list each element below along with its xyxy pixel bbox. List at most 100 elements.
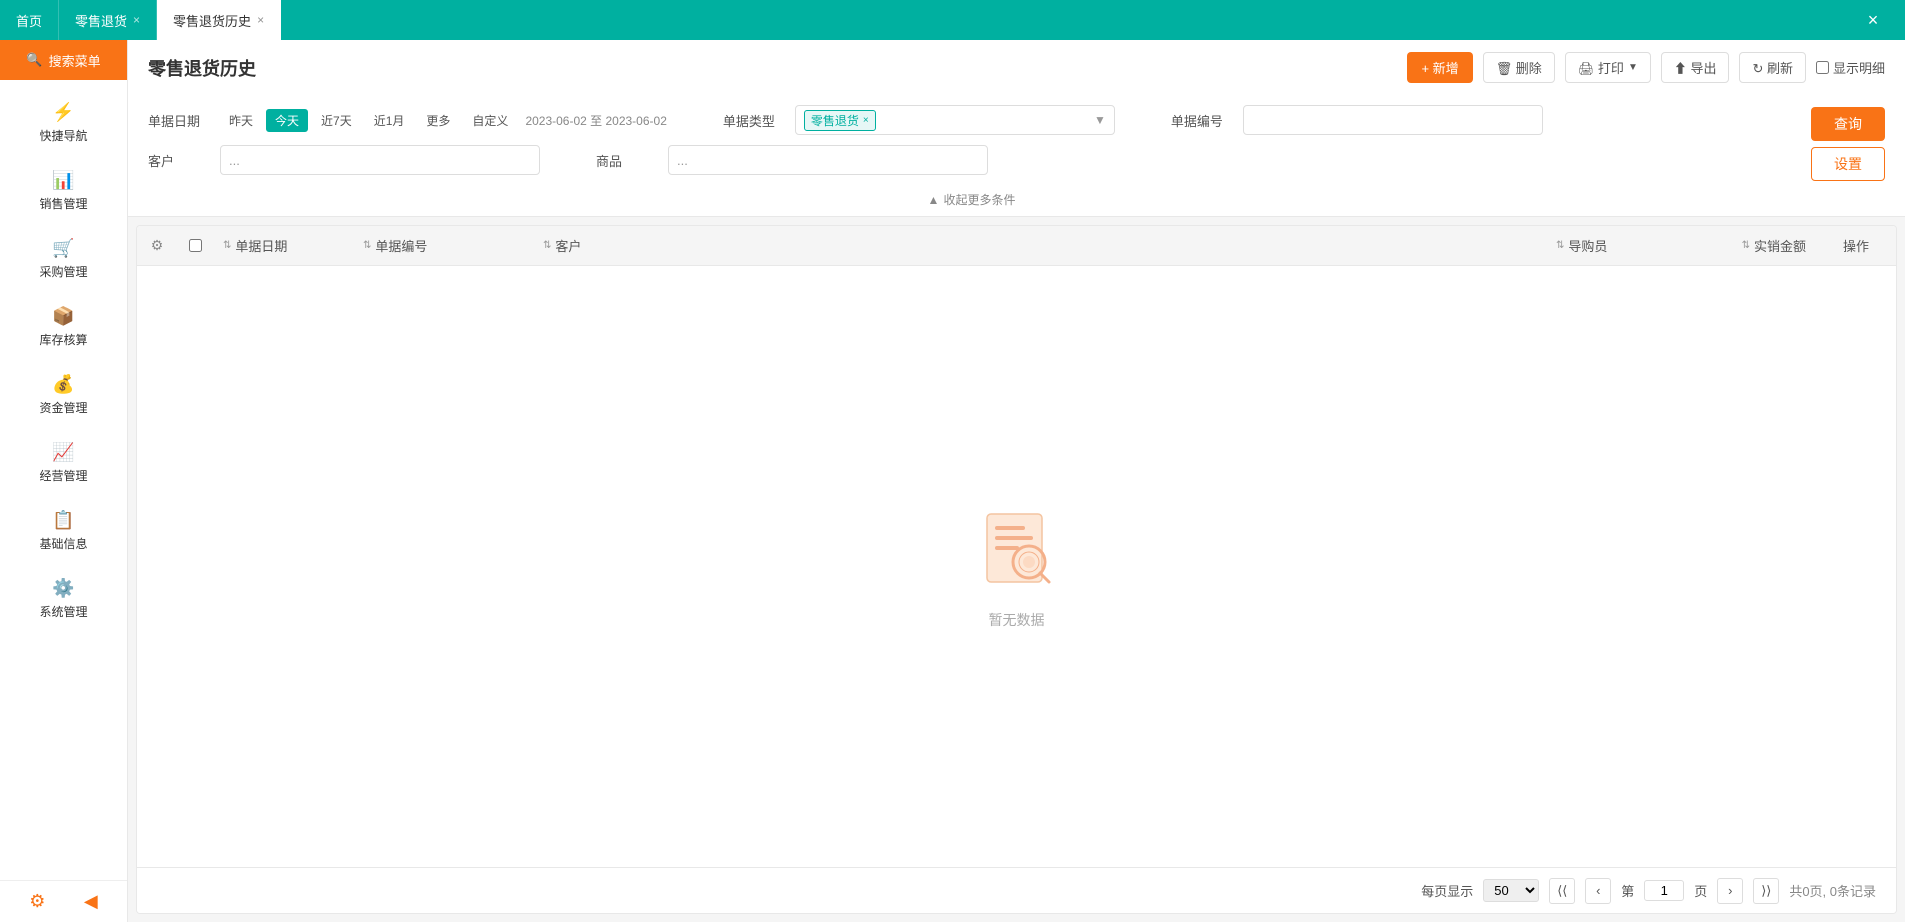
th-billno[interactable]: ⇅ 单据编号 [353, 236, 533, 255]
export-button[interactable]: ⬆ 导出 [1661, 52, 1730, 83]
page-last-button[interactable]: ⟩⟩ [1753, 878, 1779, 904]
filter-area: 单据日期 昨天 今天 近7天 近1月 更多 自定义 2023-06-02 至 2… [148, 95, 1885, 216]
customer-dots: ... [229, 153, 240, 168]
show-detail-checkbox[interactable]: 显示明细 [1816, 58, 1885, 77]
refresh-button[interactable]: ↻ 刷新 [1739, 52, 1806, 83]
bill-type-label: 单据类型 [723, 111, 779, 130]
page-unit: 页 [1694, 881, 1707, 900]
tab-home[interactable]: 首页 [0, 0, 59, 40]
basic-info-icon: 📋 [52, 510, 74, 531]
page-prev-button[interactable]: ‹ [1585, 878, 1611, 904]
empty-state: 暂无数据 [137, 266, 1896, 867]
filter-fields: 单据日期 昨天 今天 近7天 近1月 更多 自定义 2023-06-02 至 2… [148, 105, 1795, 216]
sort-icon-amount: ⇅ [1742, 240, 1750, 251]
page-size-select[interactable]: 50 10 20 100 [1483, 879, 1539, 902]
page-total: 共0页, 0条记录 [1789, 881, 1876, 900]
goods-selector[interactable]: ... [668, 145, 988, 175]
sidebar-item-basic-info[interactable]: 📋 基础信息 [6, 498, 121, 564]
sidebar-item-purchase[interactable]: 🛒 采购管理 [6, 226, 121, 292]
bill-no-input[interactable] [1243, 105, 1543, 135]
page-next-button[interactable]: › [1717, 878, 1743, 904]
th-guide-label: 导购员 [1568, 236, 1607, 255]
sidebar-item-basic-info-label: 基础信息 [39, 535, 87, 552]
page-label: 第 [1621, 881, 1634, 900]
sidebar-item-purchase-label: 采购管理 [39, 263, 87, 280]
table-header: ⚙ ⇅ 单据日期 ⇅ 单据编号 ⇅ 客户 ⇅ 导购员 [137, 226, 1896, 266]
sidebar-collapse-button[interactable]: ◀ [84, 891, 98, 912]
select-all-checkbox[interactable] [189, 239, 202, 252]
bill-type-tag-close[interactable]: × [863, 115, 869, 126]
customer-label: 客户 [148, 151, 204, 170]
sidebar-item-operations-label: 经营管理 [39, 467, 87, 484]
sort-icon-guide: ⇅ [1556, 240, 1564, 251]
delete-button[interactable]: 🗑 删除 [1483, 52, 1555, 83]
set-button[interactable]: 设置 [1811, 147, 1885, 181]
purchase-icon: 🛒 [52, 238, 74, 259]
th-customer[interactable]: ⇅ 客户 [533, 236, 1546, 255]
th-action: 操作 [1816, 236, 1896, 255]
collapse-label: 收起更多条件 [943, 191, 1015, 208]
th-date[interactable]: ⇅ 单据日期 [213, 236, 353, 255]
date-buttons: 昨天 今天 近7天 近1月 更多 自定义 2023-06-02 至 2023-0… [220, 109, 667, 132]
sidebar: 🔍 搜索菜单 ⚡ 快捷导航 📊 销售管理 🛒 采购管理 📦 库存核算 💰 [0, 40, 128, 922]
tab-home-label: 首页 [16, 11, 42, 30]
tab-retail-return-close[interactable]: × [133, 13, 140, 27]
table-settings-button[interactable]: ⚙ [137, 237, 177, 254]
page-title: 零售退货历史 [148, 55, 256, 81]
show-detail-input[interactable] [1816, 61, 1829, 74]
sidebar-bottom: ⚙ ◀ [0, 880, 127, 922]
sidebar-search[interactable]: 🔍 搜索菜单 [0, 40, 127, 80]
tab-retail-return-history-label: 零售退货历史 [173, 11, 251, 30]
sidebar-search-label: 搜索菜单 [49, 51, 101, 70]
empty-illustration [967, 504, 1067, 594]
bill-type-tag: 零售退货 × [804, 110, 876, 131]
sidebar-item-system[interactable]: ⚙️ 系统管理 [6, 566, 121, 632]
tab-retail-return-history-close[interactable]: × [257, 13, 264, 27]
tab-retail-return[interactable]: 零售退货 × [59, 0, 157, 40]
filter-row-2: 客户 ... 商品 ... [148, 145, 1795, 175]
toolbar-actions: + 新增 🗑 删除 🖨 打印 ▼ ⬆ 导出 ↻ 刷新 显示明细 [1407, 52, 1885, 83]
sidebar-item-finance[interactable]: 💰 资金管理 [6, 362, 121, 428]
customer-selector[interactable]: ... [220, 145, 540, 175]
empty-label: 暂无数据 [989, 610, 1045, 630]
print-button[interactable]: 🖨 打印 ▼ [1565, 52, 1651, 83]
date-btn-more[interactable]: 更多 [417, 109, 459, 132]
date-filter-label: 单据日期 [148, 111, 204, 130]
date-btn-yesterday[interactable]: 昨天 [220, 109, 262, 132]
query-set-group: 查询 设置 [1795, 105, 1885, 181]
close-window-button[interactable]: × [1857, 4, 1889, 36]
sidebar-item-operations[interactable]: 📈 经营管理 [6, 430, 121, 496]
operations-icon: 📈 [52, 442, 74, 463]
bill-type-tag-label: 零售退货 [811, 112, 859, 129]
date-btn-custom[interactable]: 自定义 [463, 109, 517, 132]
sidebar-item-sales[interactable]: 📊 销售管理 [6, 158, 121, 224]
th-action-label: 操作 [1843, 236, 1869, 255]
page-number-input[interactable]: 1 [1644, 880, 1684, 901]
main-layout: 🔍 搜索菜单 ⚡ 快捷导航 📊 销售管理 🛒 采购管理 📦 库存核算 💰 [0, 40, 1905, 922]
table-checkbox-all[interactable] [177, 239, 213, 252]
sidebar-items: ⚡ 快捷导航 📊 销售管理 🛒 采购管理 📦 库存核算 💰 资金管理 📈 [0, 80, 127, 880]
tab-bar: 首页 零售退货 × 零售退货历史 × [0, 0, 1857, 40]
bill-type-selector[interactable]: 零售退货 × ▼ [795, 105, 1115, 135]
date-btn-today[interactable]: 今天 [266, 109, 308, 132]
th-amount[interactable]: ⇅ 实销金额 [1696, 236, 1816, 255]
th-amount-label: 实销金额 [1754, 236, 1806, 255]
query-button[interactable]: 查询 [1811, 107, 1885, 141]
collapse-bar[interactable]: ▲ 收起更多条件 [148, 185, 1795, 216]
bill-no-label: 单据编号 [1171, 111, 1227, 130]
tab-retail-return-history[interactable]: 零售退货历史 × [157, 0, 281, 40]
page-first-button[interactable]: ⟨⟨ [1549, 878, 1575, 904]
th-guide[interactable]: ⇅ 导购员 [1546, 236, 1696, 255]
sidebar-item-inventory[interactable]: 📦 库存核算 [6, 294, 121, 360]
new-button[interactable]: + 新增 [1407, 52, 1472, 83]
sidebar-item-inventory-label: 库存核算 [39, 331, 87, 348]
th-customer-label: 客户 [555, 236, 581, 255]
date-btn-7days[interactable]: 近7天 [312, 109, 361, 132]
content-area: 零售退货历史 + 新增 🗑 删除 🖨 打印 ▼ ⬆ 导出 ↻ 刷新 显示明细 [128, 40, 1905, 922]
sidebar-settings-button[interactable]: ⚙ [29, 891, 45, 912]
sort-icon-date: ⇅ [223, 240, 231, 251]
top-bar-right: × [1857, 4, 1905, 36]
sort-icon-customer: ⇅ [543, 240, 551, 251]
date-btn-1month[interactable]: 近1月 [365, 109, 414, 132]
sidebar-item-quick-nav[interactable]: ⚡ 快捷导航 [6, 90, 121, 156]
